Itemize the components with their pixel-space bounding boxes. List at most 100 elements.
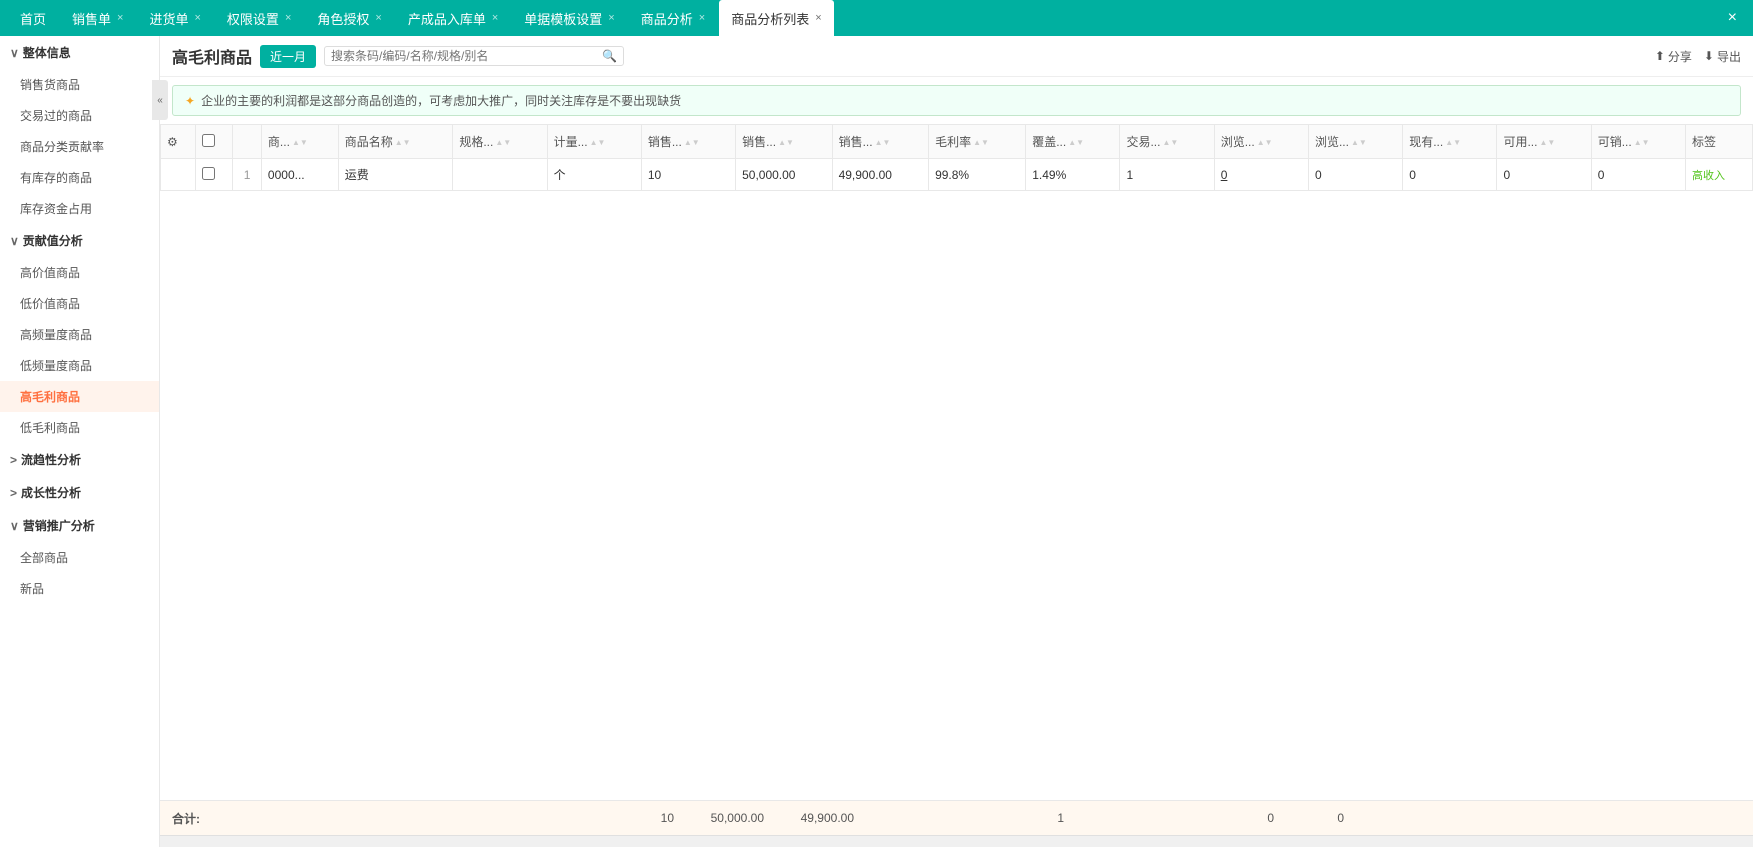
sidebar-group-growth-analysis[interactable]: >成长性分析 <box>0 476 159 509</box>
nav-item-role-permission[interactable]: 角色授权× <box>305 0 393 36</box>
sort-icon-sales_qty[interactable]: ▲▼ <box>684 138 700 147</box>
col-header-sales_cost[interactable]: 销售...▲▼ <box>832 125 928 159</box>
col-header-current_stock[interactable]: 现有...▲▼ <box>1403 125 1497 159</box>
share-icon: ⬆ <box>1655 49 1665 63</box>
footer-cell: 1 <box>1000 809 1070 827</box>
sidebar-group-label-wealth-analysis: 贡献值分析 <box>23 232 83 249</box>
nav-close-purchase-order[interactable]: × <box>194 12 200 24</box>
sidebar-group-label-marketing-analysis: 营销推广分析 <box>23 517 95 534</box>
cell-browse1[interactable]: 0 <box>1214 159 1308 191</box>
search-input[interactable] <box>331 49 598 63</box>
nav-close-permission-settings[interactable]: × <box>285 12 291 24</box>
sidebar-group-wealth-analysis[interactable]: ∨贡献值分析 <box>0 224 159 257</box>
col-header-margin_rate[interactable]: 毛利率▲▼ <box>929 125 1026 159</box>
footer-cell: 0 <box>1280 809 1350 827</box>
sort-icon-transaction[interactable]: ▲▼ <box>1162 138 1178 147</box>
content-header: 高毛利商品 近一月 🔍 ⬆ 分享 ⬇ 导出 <box>160 36 1753 77</box>
nav-item-sales-order[interactable]: 销售单× <box>60 0 135 36</box>
sort-icon-current_stock[interactable]: ▲▼ <box>1445 138 1461 147</box>
col-header-coverage[interactable]: 覆盖...▲▼ <box>1026 125 1120 159</box>
cell-coverage: 1.49% <box>1026 159 1120 191</box>
col-header-browse1[interactable]: 浏览...▲▼ <box>1214 125 1308 159</box>
arrow-icon: ∨ <box>10 519 19 533</box>
page-title: 高毛利商品 <box>172 44 252 68</box>
nav-close-product-analysis[interactable]: × <box>699 12 705 24</box>
settings-icon[interactable]: ⚙ <box>167 135 178 149</box>
sidebar-group-marketing-analysis[interactable]: ∨ 营销推广分析 <box>0 509 159 542</box>
sort-icon-name[interactable]: ▲▼ <box>395 138 411 147</box>
footer-cell: 0 <box>1210 809 1280 827</box>
data-table: ⚙商...▲▼商品名称▲▼规格...▲▼计量...▲▼销售...▲▼销售...▲… <box>160 124 1753 191</box>
period-button[interactable]: 近一月 <box>260 45 316 68</box>
sort-icon-browse1[interactable]: ▲▼ <box>1257 138 1273 147</box>
sidebar-item-all-goods[interactable]: 全部商品 <box>0 542 159 573</box>
bottom-scrollbar[interactable] <box>160 835 1753 847</box>
sidebar-item-capital-occupation[interactable]: 库存资金占用 <box>0 193 159 224</box>
sort-icon-sellable_stock[interactable]: ▲▼ <box>1634 138 1650 147</box>
sort-icon-code[interactable]: ▲▼ <box>292 138 308 147</box>
col-header-sellable_stock[interactable]: 可销...▲▼ <box>1591 125 1685 159</box>
footer-total-bar: 合计: 1050,000.0049,900.00100 <box>160 800 1753 835</box>
nav-item-product-analysis-list[interactable]: 商品分析列表× <box>719 0 833 36</box>
footer-label: 合计: <box>172 810 200 827</box>
cell-settings <box>161 159 196 191</box>
table-row: 10000...运费个1050,000.0049,900.0099.8%1.49… <box>161 159 1753 191</box>
cell-transaction: 1 <box>1120 159 1214 191</box>
nav-close-product-entry[interactable]: × <box>492 12 498 24</box>
col-header-sales_amount[interactable]: 销售...▲▼ <box>736 125 832 159</box>
sidebar-item-sales-goods[interactable]: 销售货商品 <box>0 69 159 100</box>
col-header-transaction[interactable]: 交易...▲▼ <box>1120 125 1214 159</box>
sidebar-item-low-value[interactable]: 低价值商品 <box>0 288 159 319</box>
sort-icon-spec[interactable]: ▲▼ <box>495 138 511 147</box>
sidebar-collapse-button[interactable]: « <box>152 80 168 120</box>
sidebar-group-trend-analysis[interactable]: >流趋性分析 <box>0 443 159 476</box>
sidebar-item-high-margin[interactable]: 高毛利商品 <box>0 381 159 412</box>
footer-cell <box>246 809 270 827</box>
sort-icon-sales_amount[interactable]: ▲▼ <box>778 138 794 147</box>
col-header-available_stock[interactable]: 可用...▲▼ <box>1497 125 1591 159</box>
nav-item-home[interactable]: 首页 <box>8 0 58 36</box>
col-header-code[interactable]: 商...▲▼ <box>261 125 338 159</box>
sidebar-group-overall-info[interactable]: ∨整体信息 <box>0 36 159 69</box>
nav-close-sales-order[interactable]: × <box>117 12 123 24</box>
sidebar-item-high-freq[interactable]: 高频量度商品 <box>0 319 159 350</box>
sort-icon-unit[interactable]: ▲▼ <box>590 138 606 147</box>
sidebar: ∨整体信息销售货商品交易过的商品商品分类贡献率有库存的商品库存资金占用∨贡献值分… <box>0 36 160 847</box>
col-header-spec[interactable]: 规格...▲▼ <box>453 125 547 159</box>
footer-cell <box>300 809 360 827</box>
nav-item-product-entry[interactable]: 产成品入库单× <box>396 0 510 36</box>
select-all-checkbox[interactable] <box>202 134 215 147</box>
row-checkbox[interactable] <box>202 167 215 180</box>
col-header-name[interactable]: 商品名称▲▼ <box>338 125 453 159</box>
footer-cell <box>1070 809 1140 827</box>
col-header-tag: 标签 <box>1685 125 1752 159</box>
cell-available_stock: 0 <box>1497 159 1591 191</box>
nav-close-product-analysis-list[interactable]: × <box>815 12 821 24</box>
sidebar-item-traded-goods[interactable]: 交易过的商品 <box>0 100 159 131</box>
nav-item-permission-settings[interactable]: 权限设置× <box>215 0 303 36</box>
sidebar-item-low-freq[interactable]: 低频量度商品 <box>0 350 159 381</box>
sort-icon-sales_cost[interactable]: ▲▼ <box>875 138 891 147</box>
export-button[interactable]: ⬇ 导出 <box>1704 48 1741 65</box>
sidebar-item-stocked-goods[interactable]: 有库存的商品 <box>0 162 159 193</box>
nav-item-template-settings[interactable]: 单据模板设置× <box>512 0 626 36</box>
sort-icon-coverage[interactable]: ▲▼ <box>1068 138 1084 147</box>
sort-icon-available_stock[interactable]: ▲▼ <box>1539 138 1555 147</box>
sort-icon-margin_rate[interactable]: ▲▼ <box>973 138 989 147</box>
sidebar-item-high-value[interactable]: 高价值商品 <box>0 257 159 288</box>
col-header-unit[interactable]: 计量...▲▼ <box>547 125 641 159</box>
footer-cell <box>270 809 300 827</box>
share-button[interactable]: ⬆ 分享 <box>1655 48 1692 65</box>
nav-item-purchase-order[interactable]: 进货单× <box>137 0 212 36</box>
cell-sellable_stock: 0 <box>1591 159 1685 191</box>
sidebar-item-new-goods[interactable]: 新品 <box>0 573 159 604</box>
col-header-browse2[interactable]: 浏览...▲▼ <box>1308 125 1402 159</box>
col-header-sales_qty[interactable]: 销售...▲▼ <box>641 125 735 159</box>
nav-close-template-settings[interactable]: × <box>608 12 614 24</box>
sort-icon-browse2[interactable]: ▲▼ <box>1351 138 1367 147</box>
nav-item-product-analysis[interactable]: 商品分析× <box>629 0 717 36</box>
window-close-button[interactable]: × <box>1720 9 1745 27</box>
nav-close-role-permission[interactable]: × <box>375 12 381 24</box>
sidebar-item-goods-contribution[interactable]: 商品分类贡献率 <box>0 131 159 162</box>
sidebar-item-low-margin[interactable]: 低毛利商品 <box>0 412 159 443</box>
